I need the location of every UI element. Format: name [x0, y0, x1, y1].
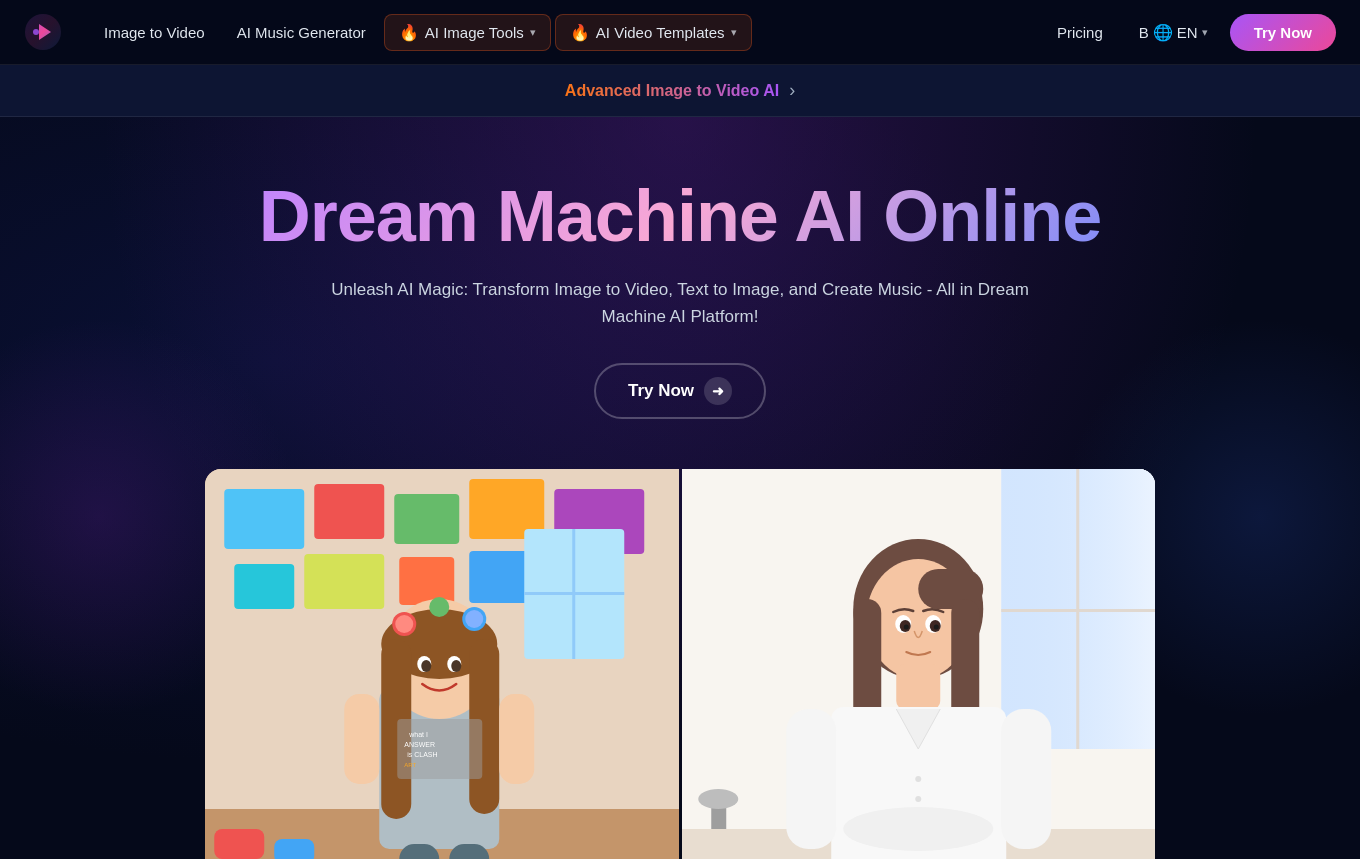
pricing-link[interactable]: Pricing [1043, 16, 1117, 49]
navbar-left: Image to Video AI Music Generator 🔥 AI I… [24, 13, 752, 51]
svg-rect-63 [896, 664, 940, 709]
svg-point-29 [429, 597, 449, 617]
svg-rect-7 [394, 494, 459, 544]
svg-rect-16 [524, 592, 624, 595]
svg-rect-10 [234, 564, 294, 609]
nav-label-ai-music-generator: AI Music Generator [237, 24, 366, 41]
fire-icon-video-templates: 🔥 [570, 23, 590, 42]
try-now-button[interactable]: Try Now [1230, 14, 1336, 51]
hero-section: Dream Machine AI Online Unleash AI Magic… [0, 117, 1360, 859]
svg-text:ANSWER: ANSWER [404, 741, 435, 748]
svg-rect-6 [314, 484, 384, 539]
svg-text:is CLASH: is CLASH [407, 751, 437, 758]
image-gallery: what I ANSWER is CLASH ART [205, 469, 1155, 859]
nav-label-ai-video-templates: AI Video Templates [596, 24, 725, 41]
logo[interactable] [24, 13, 62, 51]
hero-cta-label: Try Now [628, 381, 694, 401]
svg-point-32 [421, 660, 431, 672]
gallery-image-left: what I ANSWER is CLASH ART [205, 469, 679, 859]
nav-label-ai-image-tools: AI Image Tools [425, 24, 524, 41]
svg-rect-39 [344, 694, 379, 784]
announcement-banner[interactable]: Advanced Image to Video AI › [0, 65, 1360, 117]
svg-text:what I: what I [408, 731, 428, 738]
chevron-down-icon-image-tools: ▾ [530, 26, 536, 39]
blog-label: B [1139, 24, 1149, 41]
nav-label-image-to-video: Image to Video [104, 24, 205, 41]
globe-icon: 🌐 [1153, 23, 1173, 42]
svg-point-57 [698, 789, 738, 809]
hero-title: Dream Machine AI Online [259, 177, 1102, 256]
nav-item-ai-music-generator[interactable]: AI Music Generator [223, 16, 380, 49]
gallery-main: what I ANSWER is CLASH ART [205, 469, 1155, 859]
svg-point-75 [915, 796, 921, 802]
circle-arrow-icon: ➜ [704, 377, 732, 405]
navbar: Image to Video AI Music Generator 🔥 AI I… [0, 0, 1360, 65]
svg-rect-5 [224, 489, 304, 549]
hero-subtitle: Unleash AI Magic: Transform Image to Vid… [300, 276, 1060, 330]
announcement-text: Advanced Image to Video AI [565, 82, 779, 100]
svg-rect-65 [786, 709, 836, 849]
svg-point-74 [915, 776, 921, 782]
svg-point-73 [933, 624, 938, 629]
nav-item-ai-video-templates[interactable]: 🔥 AI Video Templates ▾ [555, 14, 752, 51]
fire-icon-image-tools: 🔥 [399, 23, 419, 42]
svg-point-33 [451, 660, 461, 672]
svg-point-72 [903, 624, 908, 629]
navbar-nav: Image to Video AI Music Generator 🔥 AI I… [90, 14, 752, 51]
blog-link[interactable]: B 🌐 EN ▾ [1125, 15, 1222, 50]
svg-rect-12 [399, 557, 454, 605]
svg-point-26 [395, 615, 413, 633]
svg-point-2 [33, 29, 39, 35]
chevron-down-icon-lang: ▾ [1202, 26, 1208, 39]
svg-point-28 [465, 610, 483, 628]
svg-rect-34 [397, 719, 482, 779]
svg-text:ART: ART [404, 762, 416, 768]
svg-rect-54 [1001, 609, 1155, 612]
svg-rect-11 [304, 554, 384, 609]
lang-label: EN [1177, 24, 1198, 41]
navbar-right: Pricing B 🌐 EN ▾ Try Now [1043, 14, 1336, 51]
chevron-down-icon-video-templates: ▾ [731, 26, 737, 39]
svg-rect-19 [274, 839, 314, 859]
gallery-image-right [682, 469, 1156, 859]
svg-rect-66 [1001, 709, 1051, 849]
nav-item-image-to-video[interactable]: Image to Video [90, 16, 219, 49]
svg-rect-40 [499, 694, 534, 784]
svg-point-67 [843, 807, 993, 851]
nav-item-ai-image-tools[interactable]: 🔥 AI Image Tools ▾ [384, 14, 551, 51]
svg-rect-18 [214, 829, 264, 859]
announcement-arrow: › [789, 80, 795, 101]
hero-cta-button[interactable]: Try Now ➜ [594, 363, 766, 419]
